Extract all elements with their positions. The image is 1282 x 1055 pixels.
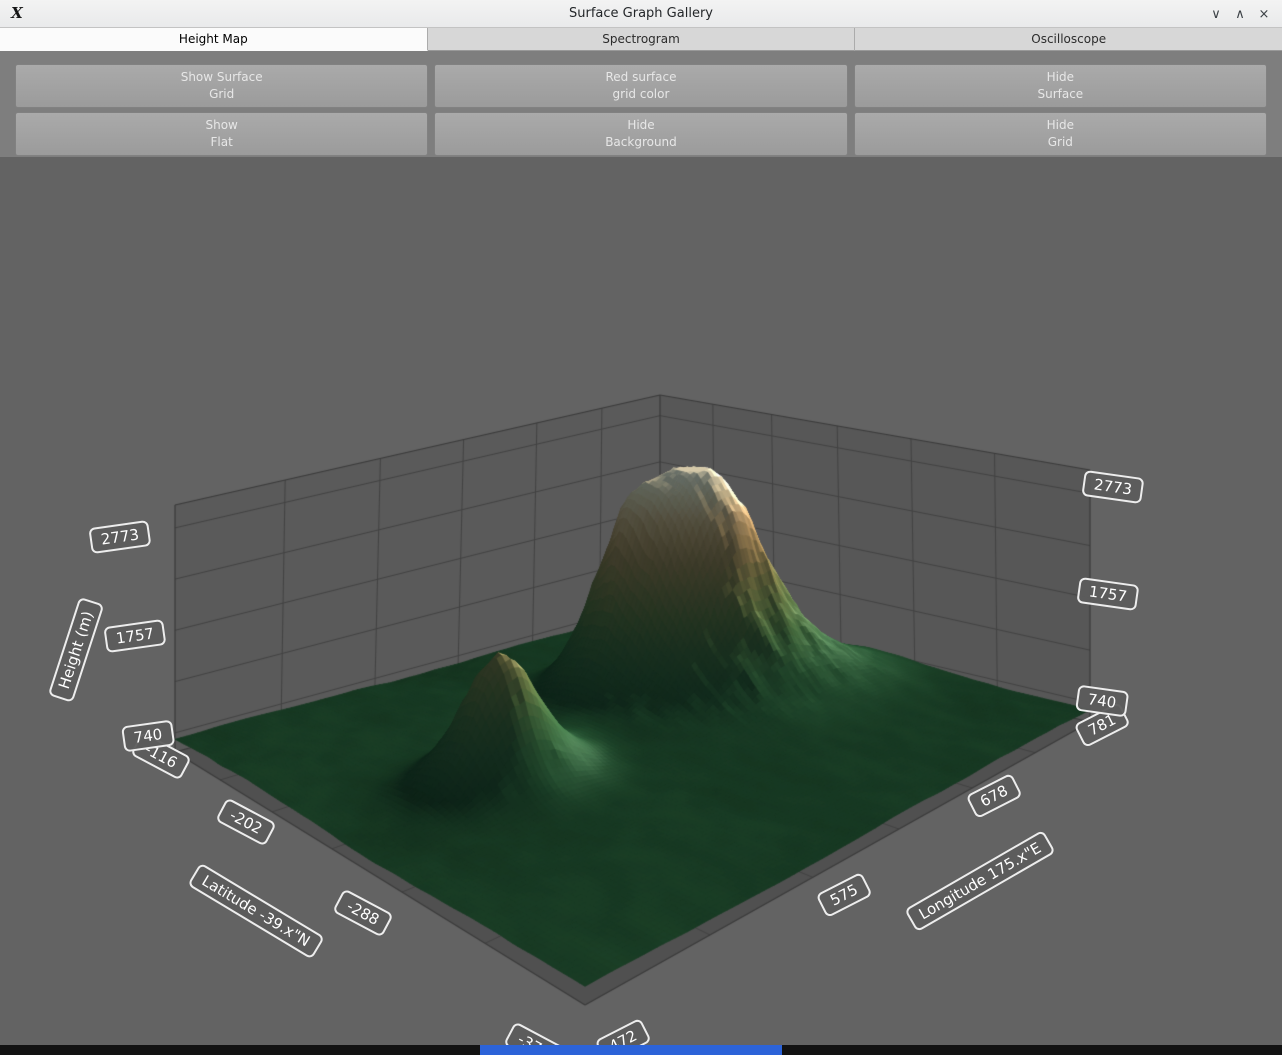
- hide-background-button[interactable]: Hide Background: [434, 112, 847, 156]
- show-flat-button[interactable]: Show Flat: [15, 112, 428, 156]
- button-label-line: Hide: [1047, 117, 1074, 134]
- button-label-line: Flat: [211, 134, 233, 151]
- surface-3d-plot[interactable]: [0, 157, 1282, 1045]
- button-label-line: Grid: [1048, 134, 1073, 151]
- tab-oscilloscope[interactable]: Oscilloscope: [855, 28, 1282, 51]
- hide-grid-button[interactable]: Hide Grid: [854, 112, 1267, 156]
- app-icon: X: [9, 5, 25, 21]
- window-titlebar[interactable]: X Surface Graph Gallery ∨ ∧ ×: [0, 0, 1282, 28]
- button-label-line: Show: [205, 117, 237, 134]
- taskbar-active-task[interactable]: [480, 1045, 782, 1055]
- button-label-line: Grid: [209, 86, 234, 103]
- window-controls: ∨ ∧ ×: [1204, 0, 1276, 28]
- app-window: X Surface Graph Gallery ∨ ∧ × Height Map…: [0, 0, 1282, 1055]
- surface-graph-area: -116-202-288-374472575678781740740175717…: [0, 157, 1282, 1045]
- button-label-line: Background: [605, 134, 677, 151]
- hide-surface-button[interactable]: Hide Surface: [854, 64, 1267, 108]
- tab-bar: Height Map Spectrogram Oscilloscope: [0, 28, 1282, 51]
- close-button[interactable]: ×: [1252, 2, 1276, 26]
- tab-height-map[interactable]: Height Map: [0, 28, 428, 51]
- button-label-line: Hide: [1047, 69, 1074, 86]
- button-label-line: Show Surface: [181, 69, 263, 86]
- window-title: Surface Graph Gallery: [0, 6, 1282, 21]
- tab-spectrogram[interactable]: Spectrogram: [428, 28, 856, 51]
- taskbar-strip: [0, 1045, 1282, 1055]
- maximize-button[interactable]: ∧: [1228, 2, 1252, 26]
- button-label-line: Surface: [1037, 86, 1083, 103]
- button-label-line: Red surface: [606, 69, 677, 86]
- minimize-button[interactable]: ∨: [1204, 2, 1228, 26]
- show-surface-grid-button[interactable]: Show Surface Grid: [15, 64, 428, 108]
- controls-pane: Show Surface Grid Red surface grid color…: [0, 51, 1282, 157]
- surface-grid-color-button[interactable]: Red surface grid color: [434, 64, 847, 108]
- button-label-line: grid color: [613, 86, 670, 103]
- button-label-line: Hide: [627, 117, 654, 134]
